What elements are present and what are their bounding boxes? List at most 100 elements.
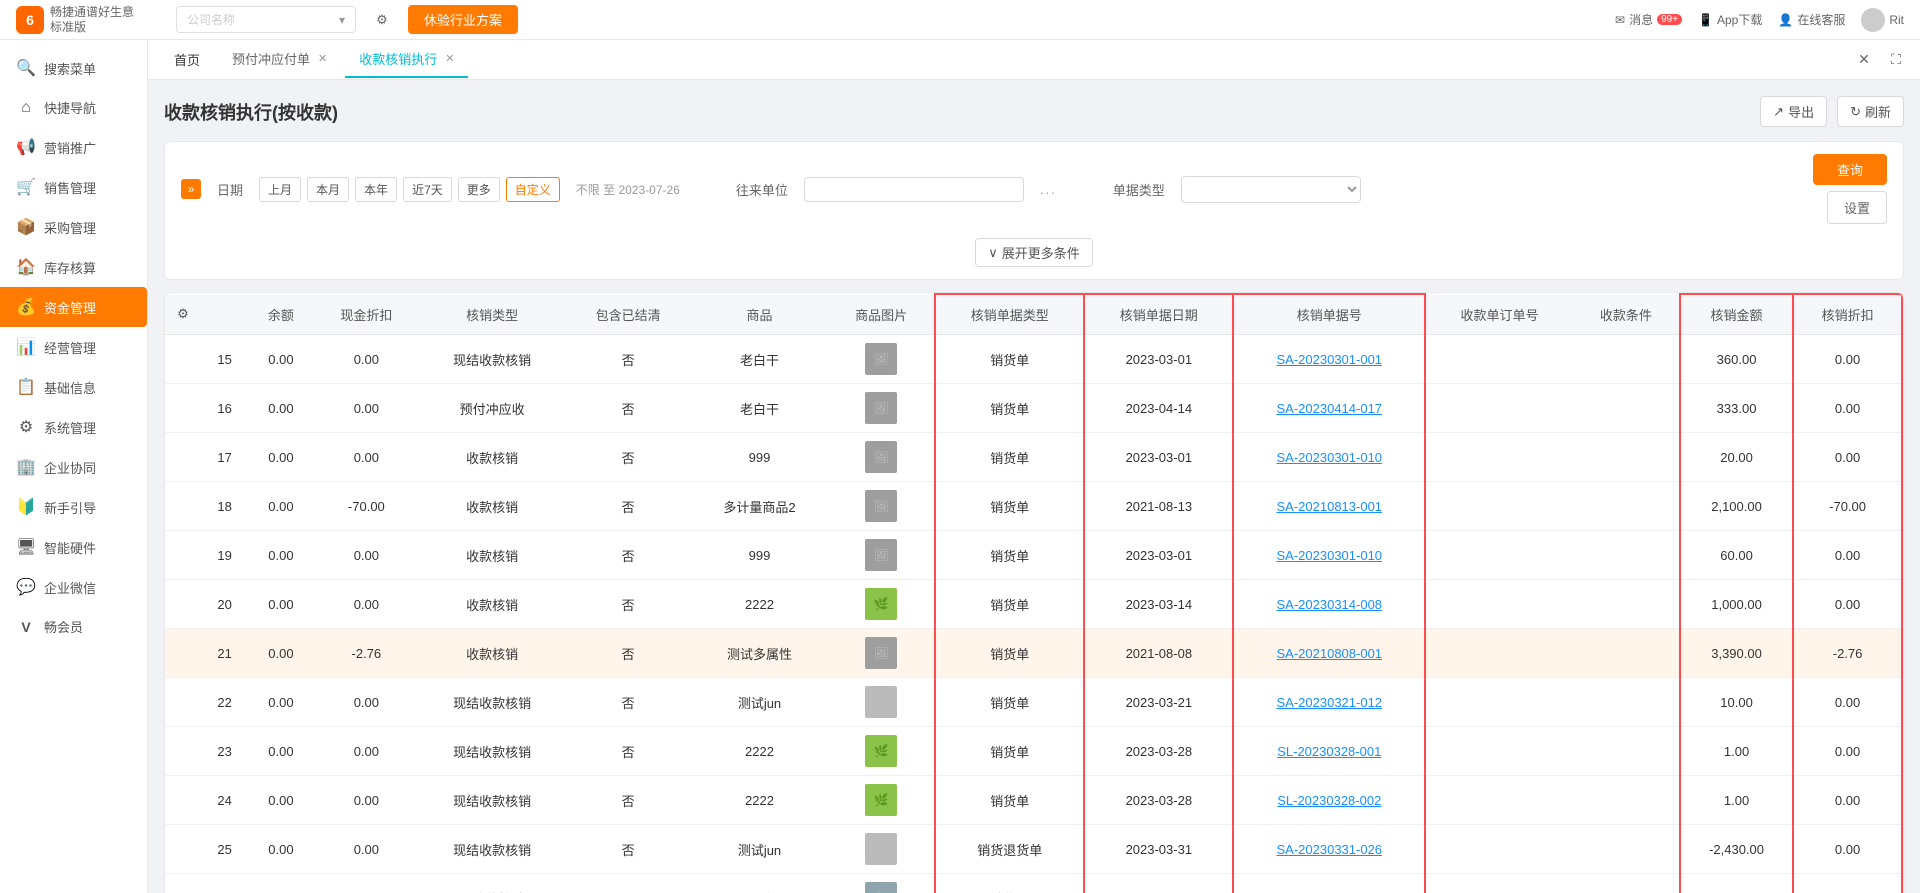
cell-receipt-no [1425,629,1573,678]
top-bar-right: ✉ 消息 99+ 📱 App下载 👤 在线客服 Rit [1615,8,1904,32]
date-btn-custom[interactable]: 自定义 [506,177,560,202]
tab-close-all-button[interactable]: ✕ [1852,48,1876,72]
cell-seq: 23 [201,727,248,776]
table-row: 25 0.00 0.00 现结收款核销 否 测试jun 🖼 销货退货单 2023… [165,825,1902,874]
table-row: 17 0.00 0.00 收款核销 否 999 🖼 销货单 2023-03-01… [165,433,1902,482]
sidebar-item-marketing[interactable]: 📢 营销推广 [0,127,147,167]
cell-settings[interactable] [165,825,201,874]
cell-receipt-cond [1573,776,1680,825]
cell-included: 否 [565,678,691,727]
cell-settings[interactable] [165,776,201,825]
cell-bill-no[interactable]: SL-20230328-001 [1233,727,1425,776]
filter-expand-arrow[interactable]: » [181,179,201,199]
cell-goods-img: 🖼 [828,825,935,874]
tab-receipt[interactable]: 收款核销执行 ✕ [345,41,468,78]
export-button[interactable]: ↗ 导出 [1760,96,1827,127]
cell-settings[interactable] [165,482,201,531]
message-button[interactable]: ✉ 消息 99+ [1615,11,1682,28]
cell-bill-no[interactable]: SA-20230301-001 [1233,335,1425,384]
bill-type-select[interactable] [1181,176,1361,203]
cell-settings[interactable] [165,580,201,629]
table-row: 21 0.00 -2.76 收款核销 否 测试多属性 🖼 销货单 2021-08… [165,629,1902,678]
sidebar-item-hardware[interactable]: 🖥 智能硬件 [0,527,147,567]
settings-button[interactable]: 设置 [1827,191,1887,224]
cell-settings[interactable] [165,678,201,727]
sidebar-item-wechat[interactable]: 💬 企业微信 [0,567,147,607]
sidebar-item-inventory[interactable]: 🏠 库存核算 [0,247,147,287]
tab-receipt-close[interactable]: ✕ [445,52,454,65]
query-button[interactable]: 查询 [1813,154,1887,185]
industry-button[interactable]: 休验行业方案 [408,5,518,34]
cell-bill-no[interactable]: SA-20230414-017 [1233,384,1425,433]
sidebar-item-shortcut[interactable]: ⌂ 快捷导航 [0,88,147,127]
cell-receipt-cond [1573,727,1680,776]
tab-fullscreen-button[interactable]: ⛶ [1884,48,1908,72]
cell-bill-no[interactable]: SA-20230321-012 [1233,678,1425,727]
cell-settings[interactable] [165,874,201,893]
cell-bill-no[interactable]: ABC-001 [1233,874,1425,893]
cell-bill-no[interactable]: SA-20230314-008 [1233,580,1425,629]
table-row: 16 0.00 0.00 预付冲应收 否 老白干 🖼 销货单 2023-04-1… [165,384,1902,433]
table-scroll[interactable]: ⚙ 余额 现金折扣 核销类型 包含已结清 商品 商品图片 核销单据类型 核销单据… [165,293,1903,893]
cell-write-discount: 0.00 [1793,727,1902,776]
app-download-button[interactable]: 📱 App下载 [1698,11,1762,28]
table-row: 22 0.00 0.00 现结收款核销 否 测试jun 🖼 销货单 2023-0… [165,678,1902,727]
cell-included: 否 [565,531,691,580]
refresh-icon: ↻ [1850,104,1861,120]
expand-more-button[interactable]: ∨ 展开更多条件 [975,238,1093,267]
refresh-button[interactable]: ↻ 刷新 [1837,96,1904,127]
user-info[interactable]: Rit [1861,8,1904,32]
date-btn-last-month[interactable]: 上月 [259,177,301,202]
goods-image: 🖼 [865,392,897,424]
header-actions: ↗ 导出 ↻ 刷新 [1760,96,1904,127]
sidebar-item-operation[interactable]: 📊 经营管理 [0,327,147,367]
goods-image: 🖼 [865,833,897,865]
date-btn-7days[interactable]: 近7天 [403,177,452,202]
cell-settings[interactable] [165,335,201,384]
tab-home[interactable]: 首页 [160,42,214,77]
sidebar-item-system[interactable]: ⚙ 系统管理 [0,407,147,447]
sales-icon: 🛒 [16,177,36,197]
cell-bill-no[interactable]: SA-20210813-001 [1233,482,1425,531]
cell-settings[interactable] [165,531,201,580]
cell-goods: 123D商品 [691,874,828,893]
counterparty-input[interactable] [804,177,1024,202]
sidebar-item-basic[interactable]: 📋 基础信息 [0,367,147,407]
gear-button[interactable]: ⚙ [368,6,396,34]
online-service-button[interactable]: 👤 在线客服 [1778,11,1845,28]
cell-bill-date: 2021-08-13 [1084,482,1233,531]
cell-bill-no[interactable]: SL-20230328-002 [1233,776,1425,825]
sidebar-item-purchase[interactable]: 📦 采购管理 [0,207,147,247]
sidebar-item-corp[interactable]: 🏢 企业协同 [0,447,147,487]
cell-settings[interactable] [165,384,201,433]
cell-goods: 999 [691,433,828,482]
company-select[interactable]: 公司名称 ▾ [176,6,356,33]
cell-bill-no[interactable]: SA-20230301-010 [1233,433,1425,482]
cell-settings[interactable] [165,629,201,678]
cell-bill-no[interactable]: SA-20230331-026 [1233,825,1425,874]
sidebar-item-search[interactable]: 🔍 搜索菜单 [0,48,147,88]
cell-settings[interactable] [165,727,201,776]
cell-bill-no[interactable]: SA-20210808-001 [1233,629,1425,678]
cell-goods-img: 🌿 [828,727,935,776]
sidebar-item-finance[interactable]: 💰 资金管理 [0,287,147,327]
cell-balance: 0.00 [248,874,313,893]
sidebar-item-member[interactable]: V 畅会员 [0,607,147,646]
cell-included: 否 [565,825,691,874]
cell-balance: 0.00 [248,825,313,874]
cell-bill-no[interactable]: SA-20230301-010 [1233,531,1425,580]
cell-balance: 0.00 [248,580,313,629]
th-settings[interactable]: ⚙ [165,294,201,335]
tab-prepay[interactable]: 预付冲应付单 ✕ [218,41,341,78]
date-btn-more[interactable]: 更多 [458,177,500,202]
cell-type: 现结收款核销 [419,825,565,874]
date-btn-this-month[interactable]: 本月 [307,177,349,202]
date-btn-this-year[interactable]: 本年 [355,177,397,202]
sidebar-item-sales[interactable]: 🛒 销售管理 [0,167,147,207]
cell-write-discount: 0.00 [1793,531,1902,580]
sidebar-item-guide[interactable]: 🔰 新手引导 [0,487,147,527]
cell-discount: 0.00 [314,727,420,776]
cell-settings[interactable] [165,433,201,482]
tab-prepay-close[interactable]: ✕ [318,52,327,65]
cell-type: 现结收款核销 [419,678,565,727]
